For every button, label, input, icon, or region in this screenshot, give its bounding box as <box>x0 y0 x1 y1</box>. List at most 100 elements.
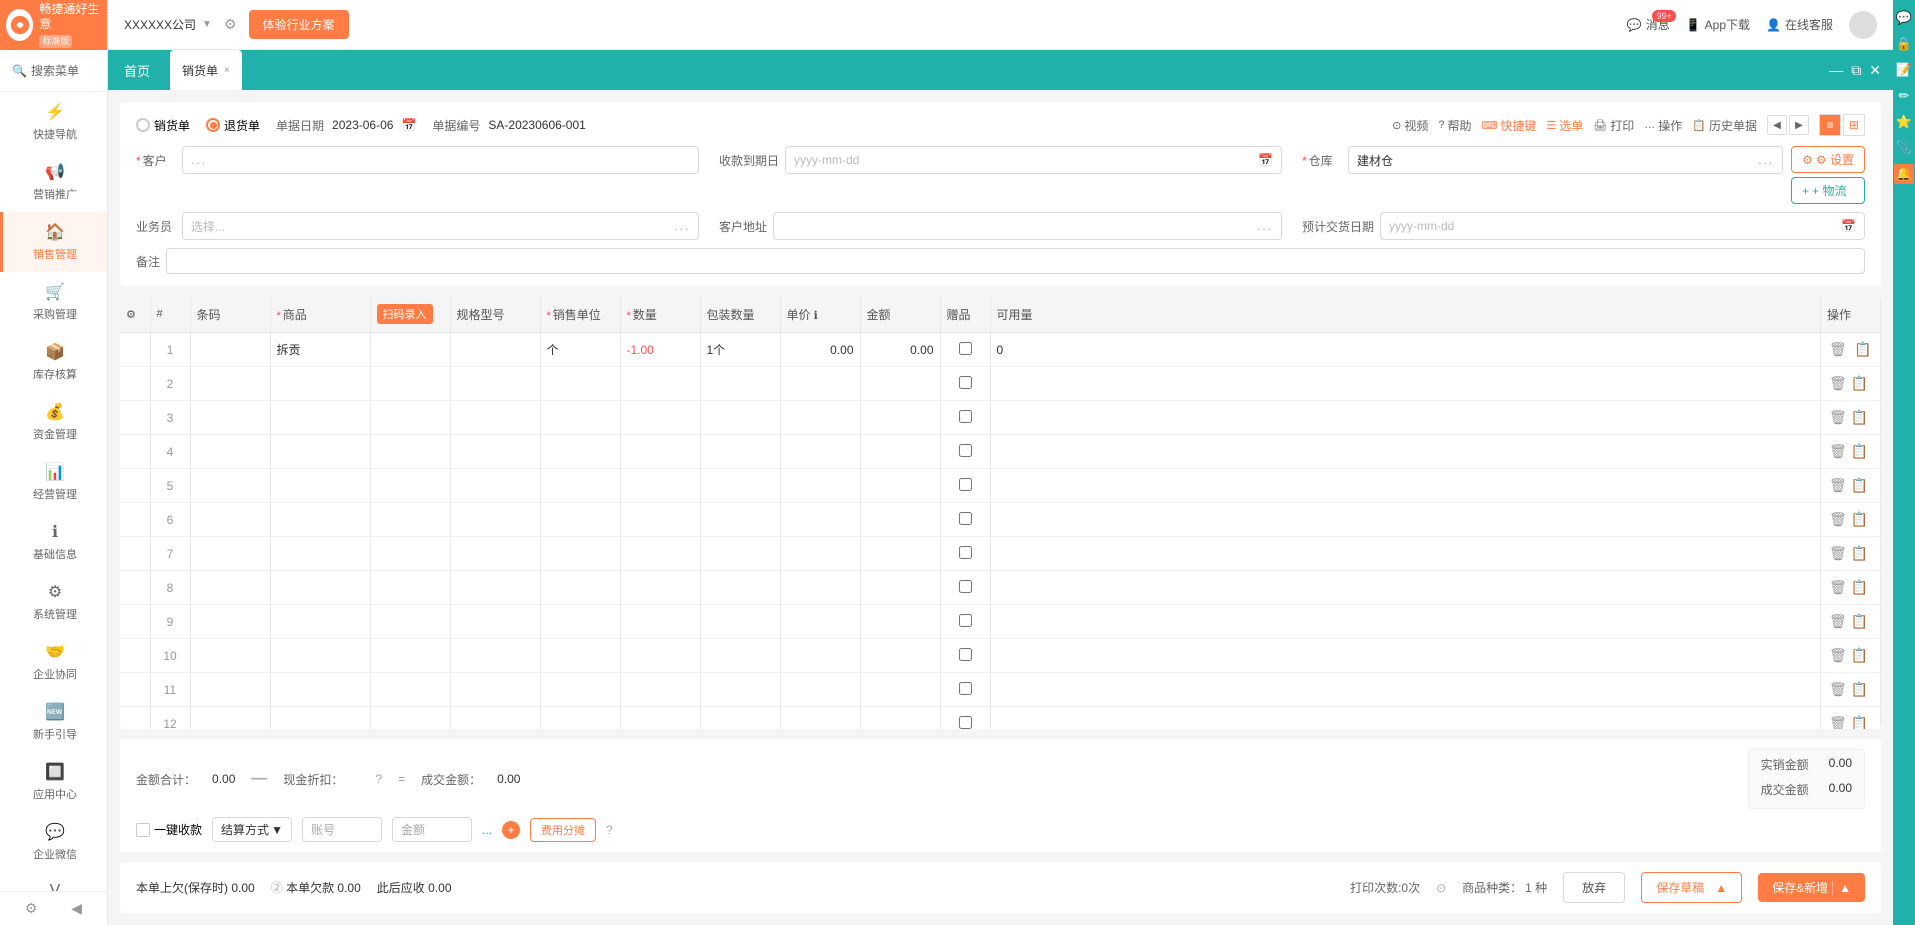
row-delete-11[interactable]: 🗑 <box>1827 679 1849 700</box>
product-type[interactable]: 商品种类：1 种 <box>1462 879 1547 896</box>
row-delete-12[interactable]: 🗑 <box>1827 713 1849 729</box>
row-barcode-1[interactable] <box>190 333 270 367</box>
history-prev[interactable]: ◀ <box>1767 115 1787 135</box>
view-grid-btn[interactable]: ⊞ <box>1843 114 1865 136</box>
sidebar-item-system[interactable]: ⚙ 系统管理 <box>0 572 107 632</box>
history-next[interactable]: ▶ <box>1789 115 1809 135</box>
amount-input[interactable]: 金额 <box>392 817 472 842</box>
sidebar-item-shortcut[interactable]: ⚡ 快捷导航 <box>0 92 107 152</box>
warehouse-dots[interactable]: ... <box>1758 153 1774 167</box>
one-click-payment-toggle[interactable]: 一键收款 <box>136 821 202 838</box>
company-selector[interactable]: XXXXXX公司 ▼ <box>124 16 212 33</box>
row-delete-3[interactable]: 🗑 <box>1827 407 1849 428</box>
action-select[interactable]: ☰ 选单 <box>1546 117 1583 134</box>
row-copy-4[interactable]: 📋 <box>1849 441 1870 462</box>
salesperson-dots[interactable]: ... <box>674 219 690 233</box>
payment-dots[interactable]: ... <box>482 823 492 837</box>
sidebar-search-area[interactable]: 🔍 搜索菜单 <box>0 50 107 92</box>
row-delete-9[interactable]: 🗑 <box>1827 611 1849 632</box>
customer-address-input[interactable]: ... <box>773 212 1282 240</box>
note-input[interactable] <box>166 248 1865 274</box>
tab-sales-order[interactable]: 销货单 × <box>170 50 242 90</box>
row-copy-2[interactable]: 📋 <box>1849 373 1870 394</box>
close-window-button[interactable]: ✕ <box>1869 62 1881 79</box>
row-copy-5[interactable]: 📋 <box>1849 475 1870 496</box>
app-download-button[interactable]: 📱 App下载 <box>1686 16 1750 33</box>
row-copy-9[interactable]: 📋 <box>1849 611 1870 632</box>
row-copy-12[interactable]: 📋 <box>1849 713 1870 729</box>
logistics-button[interactable]: ++ 物流 <box>1791 177 1865 204</box>
payment-calendar-icon[interactable]: 📅 <box>1258 153 1273 167</box>
save-draft-chevron[interactable]: ▲ <box>1708 881 1727 895</box>
right-panel-edit[interactable]: ✏ <box>1894 86 1914 106</box>
row-copy-6[interactable]: 📋 <box>1849 509 1870 530</box>
row-delete-7[interactable]: 🗑 <box>1827 543 1849 564</box>
trial-button[interactable]: 体验行业方案 <box>249 10 349 39</box>
topbar-gear-icon[interactable]: ⚙ <box>224 16 237 33</box>
right-panel-alert[interactable]: 🔔 <box>1894 164 1914 184</box>
action-print[interactable]: 🖨 打印 <box>1593 117 1634 134</box>
action-video[interactable]: ⊙ 视频 <box>1392 117 1428 134</box>
customer-input[interactable]: ... <box>182 146 699 174</box>
row-delete-btn-1[interactable]: 🗑 <box>1827 339 1849 360</box>
settings-button[interactable]: ⚙⚙ 设置 <box>1791 146 1865 173</box>
user-avatar[interactable] <box>1849 11 1877 39</box>
radio-return[interactable]: 退货单 <box>206 117 260 134</box>
sidebar-item-basic[interactable]: ℹ 基础信息 <box>0 512 107 572</box>
sidebar-item-member[interactable]: V 畅会员 <box>0 872 107 891</box>
row-copy-7[interactable]: 📋 <box>1849 543 1870 564</box>
restore-button[interactable]: ⧉ <box>1851 62 1861 79</box>
customer-input-dots[interactable]: ... <box>191 153 207 167</box>
product-type-circle[interactable]: ⊙ <box>1436 881 1446 895</box>
sidebar-item-guide[interactable]: 🆕 新手引导 <box>0 692 107 752</box>
sidebar-item-operation[interactable]: 📊 经营管理 <box>0 452 107 512</box>
right-panel-note[interactable]: 📝 <box>1894 60 1914 80</box>
save-draft-button[interactable]: 保存草稿 ▲ <box>1641 872 1742 903</box>
row-qty-1[interactable]: -1.00 <box>620 333 700 367</box>
action-history[interactable]: 📋 历史单据 <box>1692 117 1757 134</box>
search-button[interactable]: 🔍 搜索菜单 <box>8 58 99 83</box>
row-copy-10[interactable]: 📋 <box>1849 645 1870 666</box>
row-gift-1[interactable] <box>940 333 990 367</box>
row-delete-2[interactable]: 🗑 <box>1827 373 1849 394</box>
row-unit-price-1[interactable]: 0.00 <box>780 333 860 367</box>
sidebar-item-enterprise[interactable]: 🤝 企业协同 <box>0 632 107 692</box>
calc-method-select[interactable]: 结算方式 ▼ <box>212 817 292 842</box>
action-shortcut[interactable]: ⌨ 快捷键 <box>1481 117 1536 134</box>
row-delete-10[interactable]: 🗑 <box>1827 645 1849 666</box>
sidebar-item-marketing[interactable]: 📢 营销推广 <box>0 152 107 212</box>
salesperson-input[interactable]: 选择... ... <box>182 212 699 240</box>
right-panel-attach[interactable]: 📎 <box>1894 138 1914 158</box>
row-copy-11[interactable]: 📋 <box>1849 679 1870 700</box>
radio-sale[interactable]: 销货单 <box>136 117 190 134</box>
right-panel-chat[interactable]: 💬 <box>1894 8 1914 28</box>
row-copy-8[interactable]: 📋 <box>1849 577 1870 598</box>
split-button[interactable]: 费用分摊 <box>530 818 596 842</box>
sidebar-item-finance[interactable]: 💰 资金管理 <box>0 392 107 452</box>
right-panel-star[interactable]: ⭐ <box>1894 112 1914 132</box>
sidebar-collapse-btn[interactable]: ◀ <box>71 900 82 917</box>
row-copy-btn-1[interactable]: 📋 <box>1852 339 1873 360</box>
warehouse-input[interactable]: 建材仓 ... <box>1348 146 1783 174</box>
row-delete-5[interactable]: 🗑 <box>1827 475 1849 496</box>
save-new-chevron[interactable]: ▲ <box>1832 881 1851 895</box>
sidebar-item-wechat[interactable]: 💬 企业微信 <box>0 812 107 872</box>
address-dots[interactable]: ... <box>1257 219 1273 233</box>
sn-value[interactable]: SA-20230606-001 <box>488 118 585 132</box>
action-help[interactable]: ? 帮助 <box>1438 117 1471 134</box>
right-panel-lock[interactable]: 🔒 <box>1894 34 1914 54</box>
help-circle[interactable]: ? <box>375 772 382 786</box>
add-payment-button[interactable]: + <box>502 821 520 839</box>
payment-checkbox[interactable] <box>136 823 150 837</box>
online-service-button[interactable]: 👤 在线客服 <box>1766 16 1833 33</box>
tab-home[interactable]: 首页 <box>108 50 166 90</box>
date-calendar-icon[interactable]: 📅 <box>401 118 416 132</box>
total-debt-help[interactable]: ② <box>271 881 283 895</box>
message-button[interactable]: 💬 消息 99+ <box>1627 16 1670 33</box>
sidebar-item-inventory[interactable]: 📦 库存核算 <box>0 332 107 392</box>
scan-button[interactable]: 扫码录入 <box>377 304 433 324</box>
expected-calendar-icon[interactable]: 📅 <box>1841 219 1856 233</box>
date-value[interactable]: 2023-06-06 <box>332 118 393 132</box>
row-delete-8[interactable]: 🗑 <box>1827 577 1849 598</box>
account-input[interactable]: 账号 <box>302 817 382 842</box>
